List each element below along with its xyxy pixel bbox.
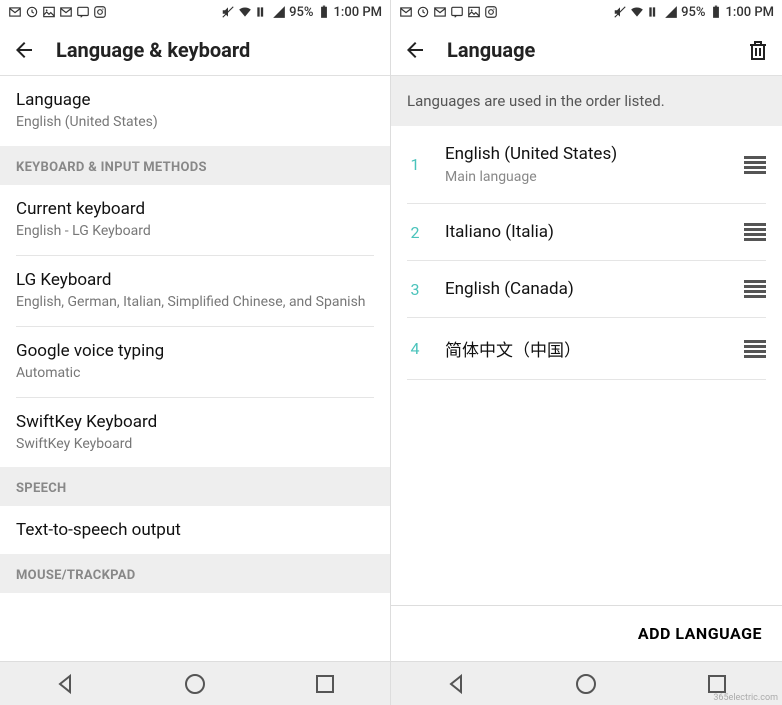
section-keyboard: KEYBOARD & INPUT METHODS bbox=[0, 146, 390, 185]
back-icon[interactable] bbox=[12, 38, 36, 62]
item-lg-keyboard[interactable]: LG Keyboard English, German, Italian, Si… bbox=[0, 256, 390, 326]
drag-handle-icon[interactable] bbox=[744, 156, 766, 174]
divider bbox=[407, 379, 766, 380]
lang-name: 简体中文（中国） bbox=[445, 336, 722, 361]
battery-percent: 95% bbox=[681, 5, 705, 20]
item-title: Current keyboard bbox=[16, 199, 374, 219]
item-sub: SwiftKey Keyboard bbox=[16, 435, 374, 454]
nav-back-icon[interactable] bbox=[444, 672, 468, 696]
settings-language-keyboard-screen: 95% 1:00 PM Language & keyboard Language… bbox=[0, 0, 391, 705]
item-title: Google voice typing bbox=[16, 341, 374, 361]
image-icon bbox=[467, 5, 481, 19]
language-row[interactable]: 1 English (United States) Main language bbox=[391, 126, 782, 203]
lang-order-num: 3 bbox=[407, 280, 423, 299]
item-title: LG Keyboard bbox=[16, 270, 374, 290]
wifi-icon bbox=[238, 5, 252, 19]
item-sub: English (United States) bbox=[16, 113, 374, 132]
gmail-icon2 bbox=[59, 5, 73, 19]
item-sub: English, German, Italian, Simplified Chi… bbox=[16, 293, 374, 312]
mute-icon bbox=[221, 5, 235, 19]
item-title: SwiftKey Keyboard bbox=[16, 412, 374, 432]
clock-time: 1:00 PM bbox=[334, 5, 383, 20]
nav-home-icon[interactable] bbox=[574, 672, 598, 696]
lang-name: Italiano (Italia) bbox=[445, 222, 722, 242]
wifi-icon bbox=[630, 5, 644, 19]
image-icon bbox=[42, 5, 56, 19]
lang-name: English (United States) bbox=[445, 144, 722, 164]
sync-icon bbox=[25, 5, 39, 19]
nav-recents-icon[interactable] bbox=[705, 672, 729, 696]
signal-icon bbox=[664, 5, 678, 19]
appbar: Language & keyboard bbox=[0, 24, 390, 76]
navigation-bar bbox=[0, 661, 390, 705]
item-current-keyboard[interactable]: Current keyboard English - LG Keyboard bbox=[0, 185, 390, 255]
item-title: Text-to-speech output bbox=[16, 520, 374, 540]
page-title: Language & keyboard bbox=[56, 38, 250, 62]
data-icon bbox=[647, 5, 661, 19]
status-bar: 95% 1:00 PM bbox=[391, 0, 782, 24]
nav-recents-icon[interactable] bbox=[313, 672, 337, 696]
chat-icon bbox=[450, 5, 464, 19]
drag-handle-icon[interactable] bbox=[744, 280, 766, 298]
language-list: 1 English (United States) Main language … bbox=[391, 126, 782, 605]
signal-icon bbox=[272, 5, 286, 19]
back-icon[interactable] bbox=[403, 38, 427, 62]
page-title: Language bbox=[447, 38, 535, 62]
sync-icon bbox=[416, 5, 430, 19]
drag-handle-icon[interactable] bbox=[744, 340, 766, 358]
section-speech: SPEECH bbox=[0, 467, 390, 506]
item-sub: Automatic bbox=[16, 364, 374, 383]
add-language-button[interactable]: ADD LANGUAGE bbox=[391, 605, 782, 661]
nav-back-icon[interactable] bbox=[53, 672, 77, 696]
drag-handle-icon[interactable] bbox=[744, 223, 766, 241]
appbar: Language bbox=[391, 24, 782, 76]
clock-time: 1:00 PM bbox=[726, 5, 775, 20]
gmail-icon bbox=[8, 5, 22, 19]
lang-order-num: 4 bbox=[407, 339, 423, 358]
item-tts[interactable]: Text-to-speech output bbox=[0, 506, 390, 554]
battery-icon bbox=[317, 5, 331, 19]
delete-icon[interactable] bbox=[746, 38, 770, 62]
lang-sub: Main language bbox=[445, 169, 722, 185]
info-message: Languages are used in the order listed. bbox=[391, 76, 782, 126]
lang-name: English (Canada) bbox=[445, 279, 722, 299]
chat-icon bbox=[76, 5, 90, 19]
mute-icon bbox=[613, 5, 627, 19]
language-row[interactable]: 2 Italiano (Italia) bbox=[391, 204, 782, 260]
gmail-icon2 bbox=[433, 5, 447, 19]
instagram-icon bbox=[484, 5, 498, 19]
battery-percent: 95% bbox=[289, 5, 313, 20]
item-language[interactable]: Language English (United States) bbox=[0, 76, 390, 146]
item-sub: English - LG Keyboard bbox=[16, 222, 374, 241]
battery-icon bbox=[709, 5, 723, 19]
lang-order-num: 2 bbox=[407, 223, 423, 242]
item-google-voice-typing[interactable]: Google voice typing Automatic bbox=[0, 327, 390, 397]
data-icon bbox=[255, 5, 269, 19]
settings-list: Language English (United States) KEYBOAR… bbox=[0, 76, 390, 661]
language-list-screen: 95% 1:00 PM Language Languages are used … bbox=[391, 0, 782, 705]
watermark: 365electric.com bbox=[713, 693, 778, 703]
nav-home-icon[interactable] bbox=[183, 672, 207, 696]
instagram-icon bbox=[93, 5, 107, 19]
section-mouse: MOUSE/TRACKPAD bbox=[0, 554, 390, 593]
item-title: Language bbox=[16, 90, 374, 110]
language-row[interactable]: 4 简体中文（中国） bbox=[391, 318, 782, 379]
item-swiftkey-keyboard[interactable]: SwiftKey Keyboard SwiftKey Keyboard bbox=[0, 398, 390, 468]
status-bar: 95% 1:00 PM bbox=[0, 0, 390, 24]
language-row[interactable]: 3 English (Canada) bbox=[391, 261, 782, 317]
gmail-icon bbox=[399, 5, 413, 19]
lang-order-num: 1 bbox=[407, 155, 423, 174]
